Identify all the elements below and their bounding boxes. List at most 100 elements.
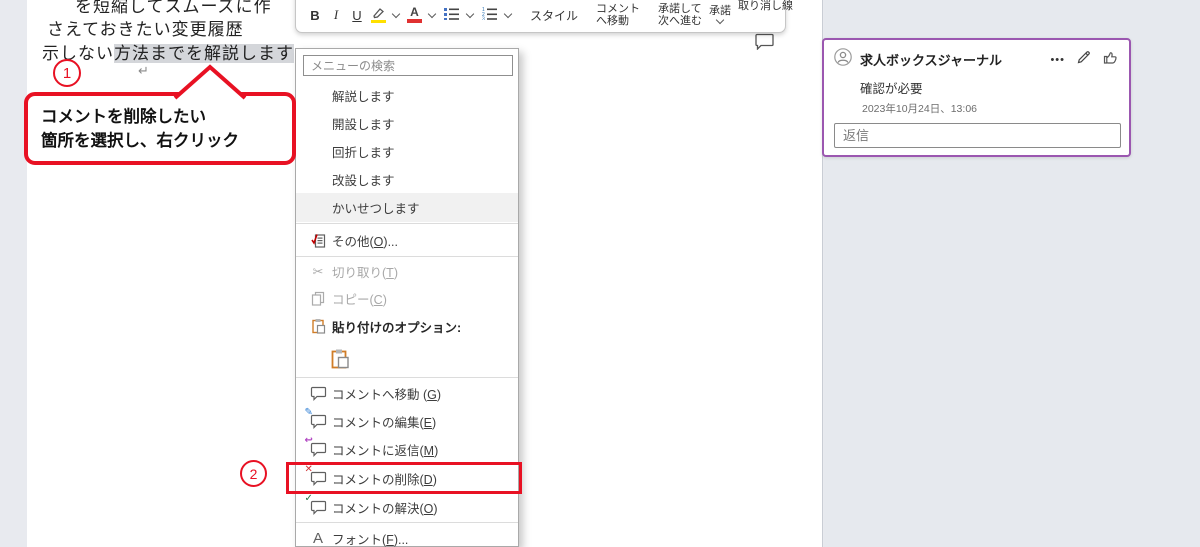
menu-item-more[interactable]: その他(O)... xyxy=(296,225,518,255)
accept-button[interactable]: 承諾 xyxy=(709,5,731,25)
doc-line-3: 示しない方法までを解説します ↵ xyxy=(42,39,311,64)
callout-pointer xyxy=(173,64,247,101)
menu-item-label: 貼り付けのオプション: xyxy=(332,320,462,335)
menu-item-suggestion-highlighted[interactable]: かいせつします xyxy=(296,193,518,222)
reply-accent: ↩ xyxy=(304,434,313,446)
menu-item-label: その他( xyxy=(332,234,374,249)
chevron-down-icon[interactable] xyxy=(391,9,401,18)
menu-item-font[interactable]: A フォント(F)... xyxy=(296,524,518,547)
menu-item-label: ) xyxy=(436,387,442,402)
copy-icon xyxy=(304,291,332,306)
like-icon[interactable] xyxy=(1103,49,1119,70)
chevron-down-icon[interactable] xyxy=(465,9,475,18)
paste-option-icon xyxy=(331,349,349,368)
underline-button[interactable]: U xyxy=(350,8,364,23)
callout-text-line2: 箇所を選択し、右クリック xyxy=(41,131,239,150)
comment-anchor-icon[interactable] xyxy=(755,33,775,55)
menu-divider xyxy=(296,522,518,523)
menu-item-reply-comment[interactable]: ↩ コメントに返信(M) xyxy=(296,435,518,463)
menu-item-cut: ✂ 切り取り(T) xyxy=(296,258,518,285)
goto-comment-button[interactable]: コメント へ移動 xyxy=(596,3,640,28)
step1-number-badge: 1 xyxy=(53,59,81,87)
svg-text:3: 3 xyxy=(482,16,485,20)
accept-next-button[interactable]: 承諾して 次へ進む xyxy=(658,3,702,28)
step2-number: 2 xyxy=(249,465,258,482)
goto-comment-line2: へ移動 xyxy=(596,15,630,27)
mnemonic: E xyxy=(423,415,433,430)
spelling-more-icon xyxy=(304,233,332,248)
comment-card[interactable]: 求人ボックスジャーナル ••• 確認が必要 2023年10月24日、13:06 xyxy=(822,38,1131,157)
chevron-down-icon xyxy=(715,16,724,25)
highlight-color-chip xyxy=(371,19,386,24)
menu-item-label: ) xyxy=(432,415,437,430)
mnemonic: T xyxy=(386,266,394,280)
reply-input[interactable] xyxy=(835,124,1120,147)
edit-accent: ✎ xyxy=(304,406,313,418)
menu-item-suggestion[interactable]: 回折します xyxy=(296,137,518,165)
mnemonic: O xyxy=(373,234,384,249)
font-color-chip xyxy=(407,19,422,23)
menu-item-label: コメントの削除( xyxy=(332,472,424,487)
menu-item-label: ) xyxy=(382,293,387,307)
comment-edit-icon: ✎ xyxy=(304,407,332,429)
numbered-list-icon: 123 xyxy=(482,7,497,22)
menu-item-suggestion[interactable]: 開設します xyxy=(296,109,518,137)
callout-text-line1: コメントを削除したい xyxy=(41,107,206,126)
menu-item-label: コメントへ移動 ( xyxy=(332,387,428,402)
font-icon: A xyxy=(312,529,323,547)
font-color-letter: A xyxy=(410,5,419,20)
font-color-button[interactable]: A xyxy=(407,5,422,23)
scissors-icon: ✂ xyxy=(312,263,324,279)
strikethrough-button[interactable]: 取り消し線 xyxy=(738,0,793,13)
step2-number-badge: 2 xyxy=(240,460,267,487)
comment-timestamp: 2023年10月24日、13:06 xyxy=(862,103,977,115)
selected-text[interactable]: 方法までを解説します xyxy=(114,44,294,63)
step1-number: 1 xyxy=(62,64,72,82)
delete-accent: ✕ xyxy=(304,463,313,475)
menu-item-label: )... xyxy=(393,532,409,547)
menu-item-copy: コピー(C) xyxy=(296,285,518,312)
resolve-accent: ✓ xyxy=(304,492,313,504)
chevron-down-icon[interactable] xyxy=(427,9,437,18)
menu-search-input[interactable] xyxy=(303,55,513,76)
menu-item-label: ) xyxy=(432,472,437,487)
numbered-list-button[interactable]: 123 xyxy=(481,6,498,25)
menu-divider xyxy=(296,377,518,378)
highlight-color-button[interactable] xyxy=(371,7,386,24)
comment-resolve-icon: ✓ xyxy=(304,493,332,515)
menu-item-edit-comment[interactable]: ✎ コメントの編集(E) xyxy=(296,407,518,435)
comment-author: 求人ボックスジャーナル xyxy=(860,53,1002,68)
mnemonic: O xyxy=(423,501,434,516)
style-button[interactable]: スタイル xyxy=(530,7,578,24)
mnemonic: G xyxy=(427,387,437,402)
accept-next-line1: 承諾して xyxy=(658,2,702,15)
menu-item-label: コメントの解決( xyxy=(332,501,424,516)
menu-item-label: ) xyxy=(434,443,439,458)
edit-comment-icon[interactable] xyxy=(1076,49,1092,70)
paragraph-mark: ↵ xyxy=(138,64,149,79)
reply-field-wrapper xyxy=(834,123,1121,148)
menu-divider xyxy=(296,256,518,257)
context-menu: 解説します 開設します 回折します 改設します かいせつします その他(O)..… xyxy=(286,48,522,547)
menu-item-suggestion[interactable]: 改設します xyxy=(296,165,518,193)
menu-item-label: )... xyxy=(383,234,398,249)
menu-item-resolve-comment[interactable]: ✓ コメントの解決(O) xyxy=(296,493,518,521)
italic-button[interactable]: I xyxy=(329,7,343,23)
menu-item-delete-comment[interactable]: ✕ コメントの削除(D) xyxy=(286,462,522,494)
menu-item-suggestion[interactable]: 解説します xyxy=(296,81,518,109)
menu-item-goto-comment[interactable]: コメントへ移動 (G) xyxy=(296,379,518,407)
menu-item-label: コメントの編集( xyxy=(332,415,424,430)
bullet-list-button[interactable] xyxy=(443,6,460,25)
mini-format-toolbar: B I U A 123 スタイル コメント へ移動 承諾して 次へ進む 承諾 取… xyxy=(295,0,793,33)
menu-item-label: 切り取り( xyxy=(332,266,387,280)
chevron-down-icon[interactable] xyxy=(503,9,513,18)
more-options-icon[interactable]: ••• xyxy=(1050,54,1065,66)
paste-option-keep-source[interactable] xyxy=(296,340,518,376)
menu-item-label: フォント( xyxy=(332,532,387,547)
bold-button[interactable]: B xyxy=(308,8,322,23)
step1-callout: コメントを削除したい 箇所を選択し、右クリック xyxy=(24,92,296,165)
mnemonic: D xyxy=(423,472,433,487)
doc-line-3-prefix: 示しない xyxy=(42,44,114,63)
menu-item-label: ) xyxy=(393,266,398,280)
mnemonic: F xyxy=(386,532,394,547)
